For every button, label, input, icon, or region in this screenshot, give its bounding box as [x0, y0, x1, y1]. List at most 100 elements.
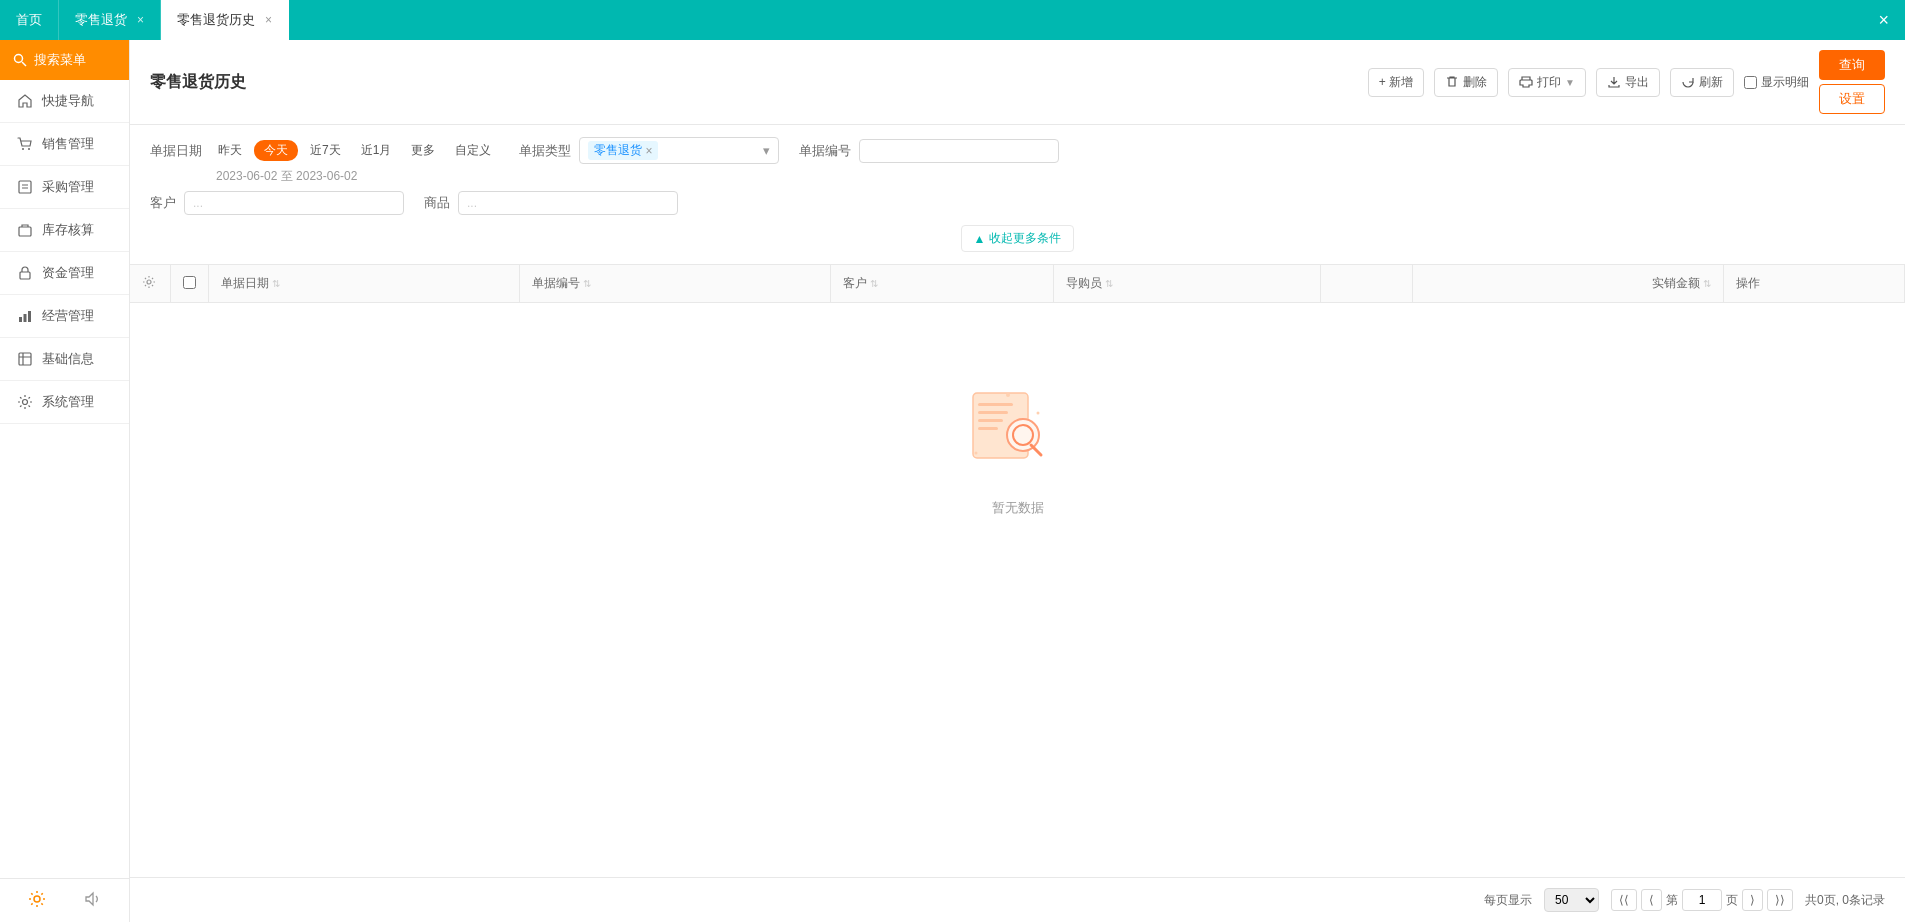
th-customer[interactable]: 客户 ⇅: [831, 265, 1054, 303]
doc-no-input[interactable]: [859, 139, 1059, 163]
page-prev-btn[interactable]: ⟨: [1641, 889, 1662, 911]
empty-state: 暂无数据: [130, 303, 1905, 597]
date-filter: 单据日期 昨天 今天 近7天 近1月 更多 自定义: [150, 140, 499, 161]
product-label: 商品: [424, 194, 450, 212]
page-last-btn[interactable]: ⟩⟩: [1767, 889, 1793, 911]
page-suffix: 页: [1726, 892, 1738, 909]
add-btn-label: + 新增: [1379, 74, 1413, 91]
svg-rect-18: [978, 427, 998, 430]
empty-text: 暂无数据: [992, 499, 1044, 517]
collapse-row: ▲ 收起更多条件: [150, 225, 1885, 252]
sidebar-item-purchase-mgmt[interactable]: 采购管理: [0, 166, 129, 209]
tab-retail-return-history-close[interactable]: ×: [265, 13, 272, 27]
page-nav: ⟨⟨ ⟨ 第 页 ⟩ ⟩⟩: [1611, 889, 1793, 911]
page-header: 零售退货历史 + 新增 删除 打印 ▼: [130, 40, 1905, 125]
doc-type-select[interactable]: 零售退货 × ▾: [579, 137, 779, 164]
check-all-input[interactable]: [183, 276, 196, 289]
sidebar-gear-btn[interactable]: [27, 889, 47, 912]
date-btn-more[interactable]: 更多: [403, 140, 443, 161]
th-amount-sort: ⇅: [1703, 278, 1711, 289]
header-actions: + 新增 删除 打印 ▼: [1368, 50, 1885, 114]
product-input[interactable]: ...: [458, 191, 678, 215]
svg-point-13: [147, 280, 151, 284]
date-btn-yesterday[interactable]: 昨天: [210, 140, 250, 161]
th-doc-date-label: 单据日期: [221, 276, 269, 290]
sidebar-item-system-mgmt[interactable]: 系统管理: [0, 381, 129, 424]
table-header-row: 单据日期 ⇅ 单据编号 ⇅ 客户 ⇅ 导购员: [130, 265, 1905, 303]
delete-btn[interactable]: 删除: [1434, 68, 1498, 97]
add-btn[interactable]: + 新增: [1368, 68, 1424, 97]
export-btn[interactable]: 导出: [1596, 68, 1660, 97]
search-menu-btn[interactable]: 搜索菜单: [0, 40, 129, 80]
tab-retail-return-close[interactable]: ×: [137, 13, 144, 27]
refresh-btn[interactable]: 刷新: [1670, 68, 1734, 97]
th-amount[interactable]: 实销金额 ⇅: [1412, 265, 1723, 303]
refresh-btn-label: 刷新: [1699, 74, 1723, 91]
collapse-btn-label: 收起更多条件: [989, 230, 1061, 247]
svg-point-12: [34, 896, 40, 902]
print-btn[interactable]: 打印 ▼: [1508, 68, 1586, 97]
window-close-btn[interactable]: ×: [1862, 10, 1905, 31]
date-btn-today[interactable]: 今天: [254, 140, 298, 161]
page-first-btn[interactable]: ⟨⟨: [1611, 889, 1637, 911]
th-guide[interactable]: 导购员 ⇅: [1053, 265, 1320, 303]
page-label: 第: [1666, 892, 1678, 909]
th-check[interactable]: [170, 265, 208, 303]
date-btn-7days[interactable]: 近7天: [302, 140, 349, 161]
home-icon: [16, 92, 34, 110]
th-doc-date-sort: ⇅: [272, 278, 280, 289]
svg-point-3: [28, 148, 30, 150]
collapse-btn[interactable]: ▲ 收起更多条件: [961, 225, 1075, 252]
filter-row-1: 单据日期 昨天 今天 近7天 近1月 更多 自定义 单据类型: [150, 137, 1885, 164]
query-btn[interactable]: 查询: [1819, 50, 1885, 80]
date-btn-custom[interactable]: 自定义: [447, 140, 499, 161]
tab-home[interactable]: 首页: [0, 0, 59, 40]
main-layout: 搜索菜单 快捷导航 销售管理: [0, 40, 1905, 922]
setting-btn[interactable]: 设置: [1819, 84, 1885, 114]
tab-retail-return-history[interactable]: 零售退货历史 ×: [161, 0, 289, 40]
sidebar-item-sales-mgmt[interactable]: 销售管理: [0, 123, 129, 166]
th-customer-sort: ⇅: [870, 278, 878, 289]
doc-no-filter: 单据编号: [799, 139, 1059, 163]
th-doc-date[interactable]: 单据日期 ⇅: [208, 265, 519, 303]
sidebar-item-basic-info-label: 基础信息: [42, 350, 94, 368]
show-detail-input[interactable]: [1744, 76, 1757, 89]
th-spacer: [1320, 265, 1412, 303]
page-size-select[interactable]: 50 20 100: [1544, 888, 1599, 912]
total-info: 共0页, 0条记录: [1805, 892, 1885, 909]
doc-type-label: 单据类型: [519, 142, 571, 160]
doc-type-filter: 单据类型 零售退货 × ▾: [519, 137, 779, 164]
sidebar-item-quick-nav[interactable]: 快捷导航: [0, 80, 129, 123]
tab-retail-return[interactable]: 零售退货 ×: [59, 0, 161, 40]
sidebar-item-finance[interactable]: 资金管理: [0, 252, 129, 295]
filter-area: 单据日期 昨天 今天 近7天 近1月 更多 自定义 单据类型: [130, 125, 1905, 265]
th-doc-no[interactable]: 单据编号 ⇅: [519, 265, 830, 303]
page-num-input[interactable]: [1682, 889, 1722, 911]
tab-retail-return-label: 零售退货: [75, 11, 127, 29]
date-options: 昨天 今天 近7天 近1月 更多 自定义: [210, 140, 499, 161]
doc-type-tag-close[interactable]: ×: [645, 144, 652, 158]
sidebar-item-inventory[interactable]: 库存核算: [0, 209, 129, 252]
customer-input[interactable]: ...: [184, 191, 404, 215]
tab-retail-return-history-label: 零售退货历史: [177, 11, 255, 29]
page-next-btn[interactable]: ⟩: [1742, 889, 1763, 911]
th-amount-label: 实销金额: [1652, 276, 1700, 290]
customer-placeholder: ...: [193, 196, 203, 210]
show-detail-checkbox[interactable]: 显示明细: [1744, 74, 1809, 91]
th-gear[interactable]: [130, 265, 170, 303]
sidebar-item-operations[interactable]: 经营管理: [0, 295, 129, 338]
svg-line-1: [22, 62, 26, 66]
lock-icon: [16, 264, 34, 282]
delete-icon: [1445, 75, 1459, 89]
table-footer: 每页显示 50 20 100 ⟨⟨ ⟨ 第 页 ⟩ ⟩⟩ 共0页, 0条记录: [130, 877, 1905, 922]
date-btn-1month[interactable]: 近1月: [353, 140, 400, 161]
show-detail-label: 显示明细: [1761, 74, 1809, 91]
top-bar: 首页 零售退货 × 零售退货历史 × ×: [0, 0, 1905, 40]
sidebar-volume-btn[interactable]: [82, 889, 102, 912]
search-icon: [12, 52, 28, 68]
sidebar-item-basic-info[interactable]: 基础信息: [0, 338, 129, 381]
empty-illustration: [958, 383, 1058, 473]
date-filter-label: 单据日期: [150, 142, 202, 160]
th-action: 操作: [1724, 265, 1905, 303]
sidebar: 搜索菜单 快捷导航 销售管理: [0, 40, 130, 922]
